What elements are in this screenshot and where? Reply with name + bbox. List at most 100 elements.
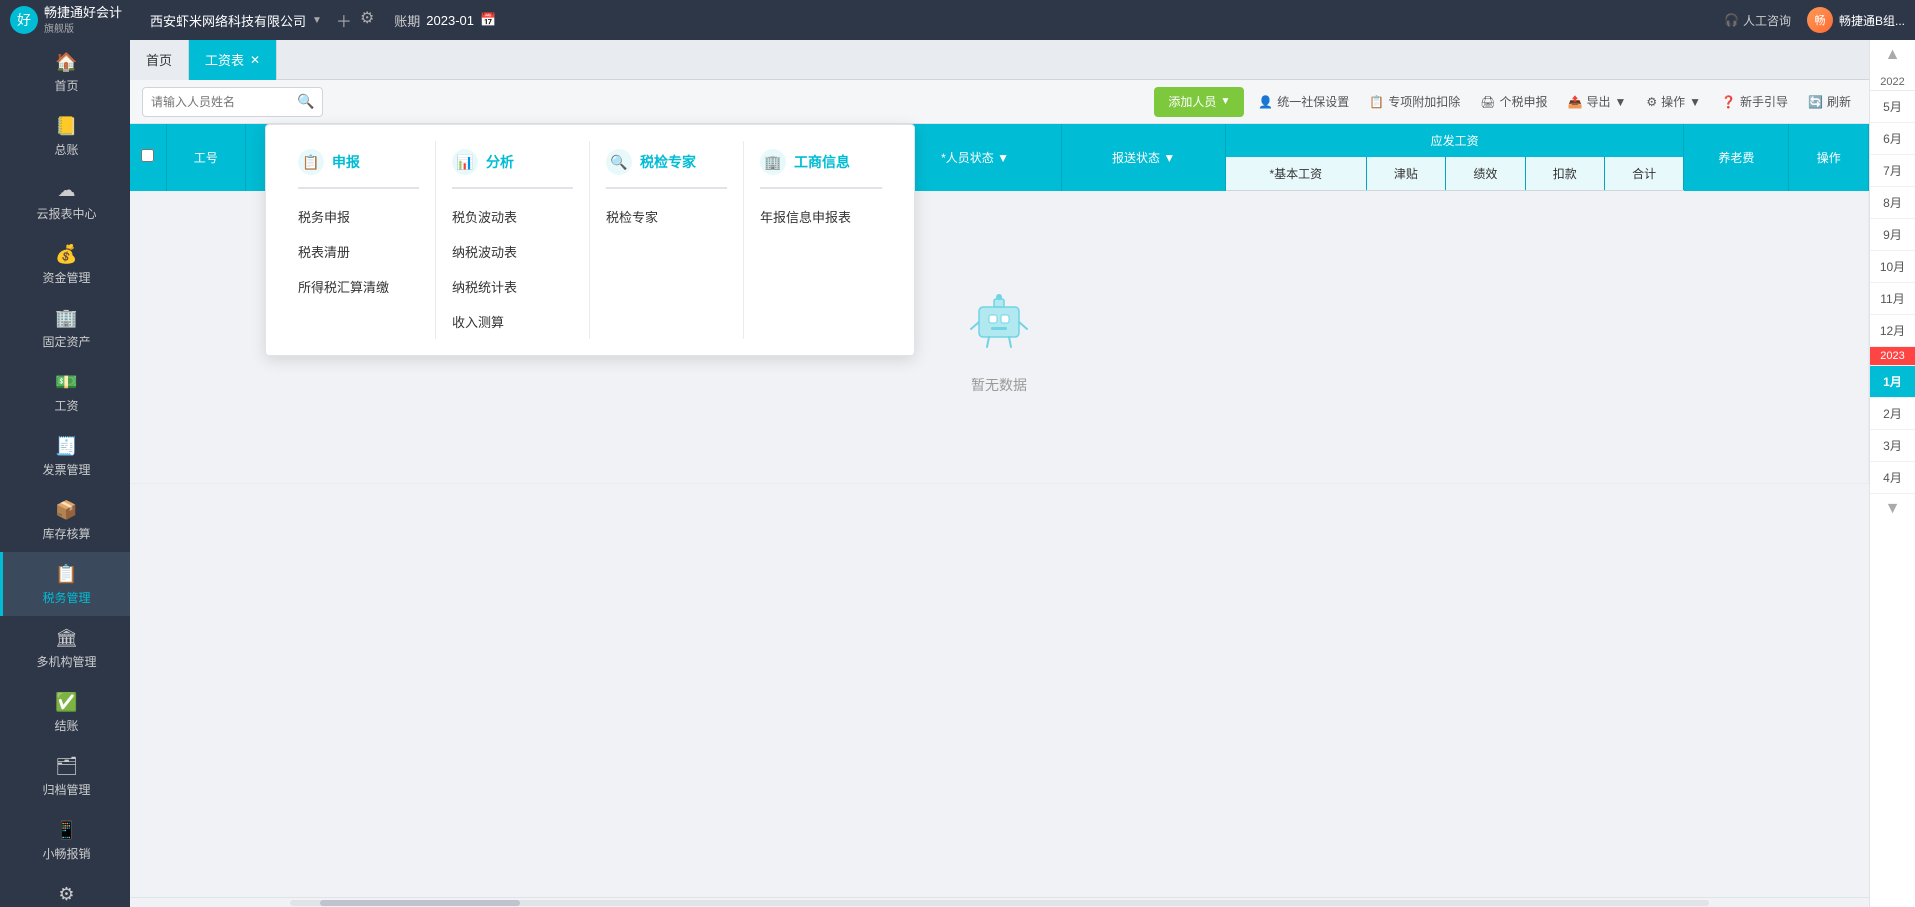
personal-tax-button[interactable]: 🖨 个税申报 [1474, 93, 1553, 110]
month-2022-12[interactable]: 12月 [1870, 315, 1915, 347]
menu-tax-report[interactable]: 税务申报 [298, 199, 419, 234]
refresh-label: 刷新 [1827, 93, 1851, 110]
month-2023-04[interactable]: 4月 [1870, 462, 1915, 494]
sidebar-item-invoice[interactable]: 🧾 发票管理 [0, 424, 130, 488]
fixed-assets-icon: 🏢 [55, 308, 77, 329]
operation-label: 操作 [1661, 93, 1685, 110]
popup-col-declare: 📋 申报 税务申报 税表清册 所得税汇算清缴 [282, 141, 436, 339]
sidebar-item-inventory[interactable]: 📦 库存核算 [0, 488, 130, 552]
menu-income-tax-settle[interactable]: 所得税汇算清缴 [298, 269, 419, 304]
company-settings-icon[interactable]: ⚙ [360, 8, 374, 32]
month-2023-03[interactable]: 3月 [1870, 430, 1915, 462]
month-2022-10[interactable]: 10月 [1870, 251, 1915, 283]
company-actions: ＋ ⚙ [336, 8, 374, 32]
add-company-icon[interactable]: ＋ [336, 8, 352, 32]
sidebar-item-tax[interactable]: 📋 税务管理 [0, 552, 130, 616]
tab-close-icon[interactable]: ✕ [250, 53, 260, 67]
support-label: 人工咨询 [1743, 12, 1791, 29]
export-arrow-icon: ▼ [1615, 95, 1627, 109]
popup-col-analysis: 📊 分析 税负波动表 纳税波动表 纳税统计表 收入测算 [436, 141, 590, 339]
cloud-icon: ☁ [58, 180, 76, 201]
sidebar-item-archive[interactable]: 🗂 归档管理 [0, 744, 130, 808]
social-icon: 👤 [1258, 95, 1273, 109]
search-icon[interactable]: 🔍 [297, 93, 314, 110]
select-all-checkbox[interactable] [141, 149, 154, 162]
headset-icon: 🎧 [1724, 13, 1739, 27]
month-2022-05[interactable]: 5月 [1870, 91, 1915, 123]
scrollbar-track[interactable] [290, 900, 1709, 906]
multi-org-icon: 🏛 [55, 628, 78, 649]
sidebar-item-ledger[interactable]: 📒 总账 [0, 104, 130, 168]
sidebar-label: 发票管理 [42, 461, 90, 478]
sidebar-label: 首页 [54, 77, 78, 94]
menu-tax-table-register[interactable]: 税表清册 [298, 234, 419, 269]
inventory-icon: 📦 [55, 500, 77, 521]
fund-icon: 💰 [55, 244, 77, 265]
home-icon: 🏠 [55, 52, 77, 73]
export-button[interactable]: 📤 导出 ▼ [1562, 93, 1633, 110]
right-sidebar: ▲ 2022 5月 6月 7月 8月 9月 10月 11月 12月 2023 1… [1869, 40, 1915, 907]
special-deduction-button[interactable]: 📋 专项附加扣除 [1363, 93, 1466, 110]
scrollbar-thumb[interactable] [320, 900, 520, 906]
col-total: 合计 [1604, 157, 1683, 191]
month-2022-11[interactable]: 11月 [1870, 283, 1915, 315]
export-label: 导出 [1586, 93, 1610, 110]
support-button[interactable]: 🎧 人工咨询 [1724, 12, 1791, 29]
menu-tax-payment-fluctuation[interactable]: 纳税波动表 [452, 234, 573, 269]
period-area: 账期 2023-01 📅 [394, 11, 496, 30]
tab-salary-table[interactable]: 工资表 ✕ [189, 40, 277, 80]
sidebar-label: 资金管理 [42, 269, 90, 286]
year-2023-badge: 2023 [1870, 347, 1915, 366]
sidebar-label: 归档管理 [42, 781, 90, 798]
menu-tax-statistics[interactable]: 纳税统计表 [452, 269, 573, 304]
sidebar-label: 多机构管理 [36, 653, 96, 670]
sidebar-item-multi-org[interactable]: 🏛 多机构管理 [0, 616, 130, 680]
social-insurance-button[interactable]: 👤 统一社保设置 [1252, 93, 1355, 110]
menu-annual-report[interactable]: 年报信息申报表 [760, 199, 882, 234]
month-2022-08[interactable]: 8月 [1870, 187, 1915, 219]
sidebar-item-home[interactable]: 🏠 首页 [0, 40, 130, 104]
menu-income-estimate[interactable]: 收入测算 [452, 304, 573, 339]
refresh-button[interactable]: 🔄 刷新 [1802, 93, 1857, 110]
sidebar-item-salary[interactable]: 💵 工资 [0, 360, 130, 424]
period-calendar-icon[interactable]: 📅 [480, 12, 496, 28]
settlement-icon: ✅ [55, 692, 77, 713]
month-2023-02[interactable]: 2月 [1870, 398, 1915, 430]
right-nav-up[interactable]: ▲ [1870, 40, 1915, 70]
header-right: 🎧 人工咨询 畅 畅捷通B组... [1724, 7, 1905, 33]
ledger-icon: 📒 [55, 116, 77, 137]
sidebar-label: 工资 [54, 397, 78, 414]
sidebar-item-xiaochang[interactable]: 📱 小畅报销 [0, 808, 130, 872]
sidebar-item-fund[interactable]: 💰 资金管理 [0, 232, 130, 296]
tax-icon: 📋 [55, 564, 77, 585]
period-value: 2023-01 [426, 13, 474, 28]
checkbox-header[interactable] [130, 124, 166, 191]
add-person-button[interactable]: 添加人员 ▼ [1154, 87, 1244, 117]
sidebar-item-basic-settings[interactable]: ⚙ 基础设置 [0, 872, 130, 907]
sidebar-label: 库存核算 [42, 525, 90, 542]
right-nav-down[interactable]: ▼ [1870, 494, 1915, 524]
operation-icon: ⚙ [1646, 95, 1657, 109]
search-wrap: 🔍 [142, 87, 323, 117]
menu-tax-burden-fluctuation[interactable]: 税负波动表 [452, 199, 573, 234]
company-selector[interactable]: 西安虾米网络科技有限公司 ▼ ＋ ⚙ [150, 8, 374, 32]
sidebar-item-cloud[interactable]: ☁ 云报表中心 [0, 168, 130, 232]
deduction-icon: 📋 [1369, 95, 1384, 109]
business-info-icon: 🏢 [760, 149, 786, 175]
sidebar-item-settlement[interactable]: ✅ 结账 [0, 680, 130, 744]
xiaochang-icon: 📱 [55, 820, 77, 841]
month-2023-01[interactable]: 1月 [1870, 366, 1915, 398]
operation-button[interactable]: ⚙ 操作 ▼ [1640, 93, 1707, 110]
user-info[interactable]: 畅 畅捷通B组... [1807, 7, 1905, 33]
col-deduction: 扣款 [1525, 157, 1604, 191]
analysis-icon: 📊 [452, 149, 478, 175]
search-input[interactable] [151, 95, 291, 109]
company-dropdown-icon[interactable]: ▼ [312, 15, 322, 26]
tab-home[interactable]: 首页 [130, 40, 189, 80]
new-guide-button[interactable]: ❓ 新手引导 [1715, 93, 1794, 110]
menu-tax-expert[interactable]: 税检专家 [606, 199, 727, 234]
month-2022-06[interactable]: 6月 [1870, 123, 1915, 155]
month-2022-09[interactable]: 9月 [1870, 219, 1915, 251]
month-2022-07[interactable]: 7月 [1870, 155, 1915, 187]
sidebar-item-fixed-assets[interactable]: 🏢 固定资产 [0, 296, 130, 360]
